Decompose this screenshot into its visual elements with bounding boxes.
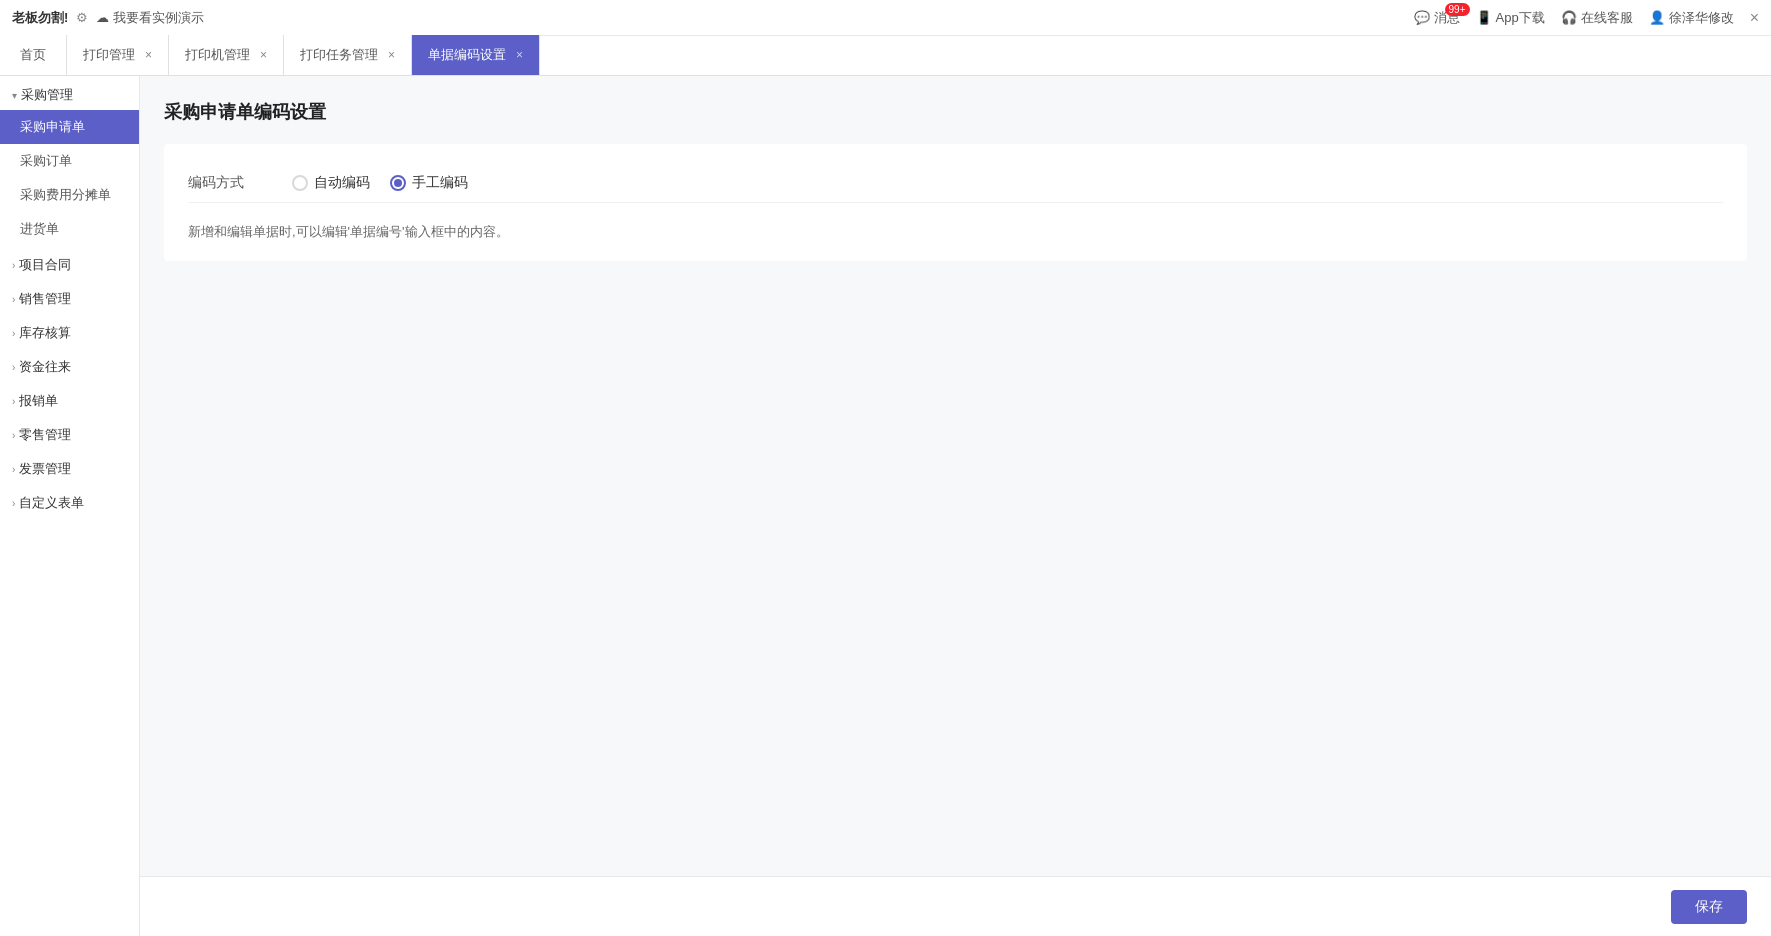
message-icon: 💬 (1414, 10, 1430, 25)
sidebar-group-inventory-title[interactable]: › 库存核算 (0, 314, 139, 348)
main-layout: ▾ 采购管理 采购申请单 采购订单 采购费用分摊单 进货单 › 项目合同 › 销… (0, 76, 1771, 936)
sidebar-group-invoice-label: 发票管理 (19, 460, 71, 478)
sidebar-item-purchase-request[interactable]: 采购申请单 (0, 110, 139, 144)
tab-print-mgmt-label: 打印管理 (83, 46, 135, 64)
radio-auto-encode[interactable]: 自动编码 (292, 174, 370, 192)
demo-link[interactable]: ☁ 我要看实例演示 (96, 9, 204, 27)
sidebar-purchase-children: 采购申请单 采购订单 采购费用分摊单 进货单 (0, 110, 139, 246)
sidebar-group-invoice-title[interactable]: › 发票管理 (0, 450, 139, 484)
sidebar-group-project-title[interactable]: › 项目合同 (0, 246, 139, 280)
radio-auto-label: 自动编码 (314, 174, 370, 192)
content-area: 采购申请单编码设置 编码方式 自动编码 手工编码 (140, 76, 1771, 936)
sidebar-group-custom-form: › 自定义表单 (0, 484, 139, 518)
service-icon: 🎧 (1561, 10, 1577, 25)
inventory-arrow-icon: › (12, 328, 15, 339)
custom-form-arrow-icon: › (12, 498, 15, 509)
online-service-button[interactable]: 🎧 在线客服 (1561, 9, 1633, 27)
app-download-label: App下载 (1496, 9, 1545, 27)
tab-print-task[interactable]: 打印任务管理 × (284, 35, 412, 75)
settings-icon[interactable]: ⚙ (76, 10, 88, 25)
invoice-arrow-icon: › (12, 464, 15, 475)
sidebar-group-invoice: › 发票管理 (0, 450, 139, 484)
sidebar-group-inventory: › 库存核算 (0, 314, 139, 348)
encode-row: 编码方式 自动编码 手工编码 (188, 164, 1723, 203)
content-body: 采购申请单编码设置 编码方式 自动编码 手工编码 (140, 76, 1771, 876)
encode-settings-card: 编码方式 自动编码 手工编码 (164, 144, 1747, 261)
radio-manual-encode[interactable]: 手工编码 (390, 174, 468, 192)
returns-arrow-icon: › (12, 396, 15, 407)
retail-arrow-icon: › (12, 430, 15, 441)
sidebar-group-fund-label: 资金往来 (19, 358, 71, 376)
sidebar-item-stock-in[interactable]: 进货单 (0, 212, 139, 246)
sidebar-group-returns-label: 报销单 (19, 392, 58, 410)
cloud-icon: ☁ (96, 10, 109, 25)
sidebar-group-fund: › 资金往来 (0, 348, 139, 382)
top-bar-left: 老板勿割! ⚙ ☁ 我要看实例演示 (12, 9, 204, 27)
sidebar: ▾ 采购管理 采购申请单 采购订单 采购费用分摊单 进货单 › 项目合同 › 销… (0, 76, 140, 936)
online-service-label: 在线客服 (1581, 9, 1633, 27)
demo-label: 我要看实例演示 (113, 9, 204, 27)
save-button[interactable]: 保存 (1671, 890, 1747, 924)
sidebar-item-purchase-order[interactable]: 采购订单 (0, 144, 139, 178)
sidebar-group-sales-label: 销售管理 (19, 290, 71, 308)
tab-printer-management[interactable]: 打印机管理 × (169, 35, 284, 75)
content-footer: 保存 (140, 876, 1771, 936)
sidebar-group-retail-title[interactable]: › 零售管理 (0, 416, 139, 450)
sidebar-group-purchase-title[interactable]: ▾ 采购管理 (0, 76, 139, 110)
tab-home[interactable]: 首页 (0, 35, 67, 75)
sidebar-group-purchase-label: 采购管理 (21, 86, 73, 104)
username-label: 徐泽华修改 (1669, 9, 1734, 27)
tab-print-mgmt-close[interactable]: × (145, 48, 152, 62)
sidebar-group-sales: › 销售管理 (0, 280, 139, 314)
user-icon: 👤 (1649, 10, 1665, 25)
radio-manual-circle (390, 175, 406, 191)
sidebar-group-retail-label: 零售管理 (19, 426, 71, 444)
sidebar-group-project-label: 项目合同 (19, 256, 71, 274)
app-icon: 📱 (1476, 10, 1492, 25)
encode-label: 编码方式 (188, 174, 268, 192)
tab-print-management[interactable]: 打印管理 × (67, 35, 169, 75)
sidebar-group-custom-form-title[interactable]: › 自定义表单 (0, 484, 139, 518)
message-badge: 99+ (1445, 3, 1470, 16)
tab-single-code-close[interactable]: × (516, 48, 523, 62)
tab-printer-mgmt-label: 打印机管理 (185, 46, 250, 64)
tab-print-task-label: 打印任务管理 (300, 46, 378, 64)
app-download-button[interactable]: 📱 App下载 (1476, 9, 1545, 27)
sidebar-group-purchase: ▾ 采购管理 采购申请单 采购订单 采购费用分摊单 进货单 (0, 76, 139, 246)
radio-auto-circle (292, 175, 308, 191)
tab-home-label: 首页 (20, 46, 46, 64)
sidebar-group-project: › 项目合同 (0, 246, 139, 280)
encode-radio-group: 自动编码 手工编码 (292, 174, 468, 192)
tab-printer-mgmt-close[interactable]: × (260, 48, 267, 62)
top-bar-close-button[interactable]: × (1750, 9, 1759, 27)
sidebar-group-fund-title[interactable]: › 资金往来 (0, 348, 139, 382)
sidebar-group-retail: › 零售管理 (0, 416, 139, 450)
top-bar: 老板勿割! ⚙ ☁ 我要看实例演示 💬 消息 99+ 📱 App下载 🎧 在线客… (0, 0, 1771, 36)
message-button[interactable]: 💬 消息 99+ (1414, 9, 1460, 27)
tab-single-code[interactable]: 单据编码设置 × (412, 35, 540, 75)
project-arrow-icon: › (12, 260, 15, 271)
sidebar-group-custom-form-label: 自定义表单 (19, 494, 84, 512)
fund-arrow-icon: › (12, 362, 15, 373)
purchase-arrow-icon: ▾ (12, 90, 17, 101)
top-bar-right: 💬 消息 99+ 📱 App下载 🎧 在线客服 👤 徐泽华修改 × (1414, 9, 1759, 27)
page-title: 采购申请单编码设置 (164, 100, 1747, 124)
sidebar-group-sales-title[interactable]: › 销售管理 (0, 280, 139, 314)
radio-manual-label: 手工编码 (412, 174, 468, 192)
sidebar-item-purchase-expense[interactable]: 采购费用分摊单 (0, 178, 139, 212)
sidebar-group-returns: › 报销单 (0, 382, 139, 416)
tab-bar: 首页 打印管理 × 打印机管理 × 打印任务管理 × 单据编码设置 × (0, 36, 1771, 76)
tab-single-code-label: 单据编码设置 (428, 46, 506, 64)
user-menu[interactable]: 👤 徐泽华修改 (1649, 9, 1734, 27)
sales-arrow-icon: › (12, 294, 15, 305)
hint-text: 新增和编辑单据时,可以编辑'单据编号'输入框中的内容。 (188, 223, 1723, 241)
sidebar-group-returns-title[interactable]: › 报销单 (0, 382, 139, 416)
tab-print-task-close[interactable]: × (388, 48, 395, 62)
app-logo: 老板勿割! (12, 9, 68, 27)
sidebar-group-inventory-label: 库存核算 (19, 324, 71, 342)
